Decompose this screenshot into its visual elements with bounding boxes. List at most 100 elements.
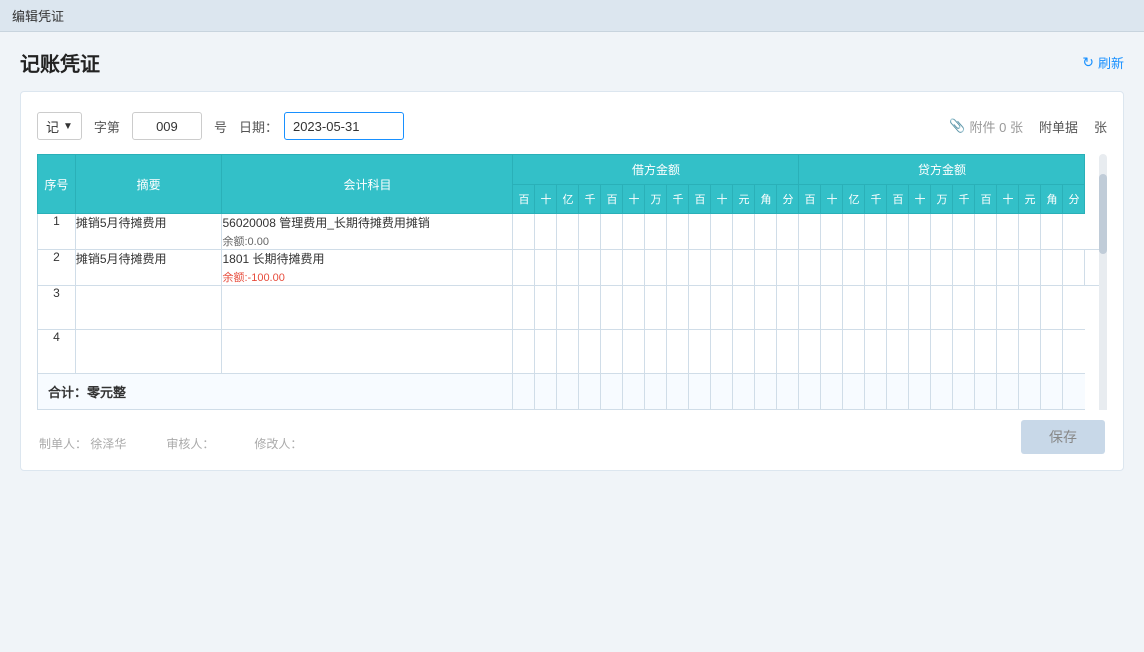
credit-digit-shi1: 十 (821, 185, 843, 214)
type-select-button[interactable]: 记 ▼ (37, 112, 82, 140)
page-header: 记账凭证 ↻ 刷新 (20, 48, 1124, 77)
debit-d6[interactable] (623, 214, 645, 250)
credit-digit-wan: 万 (931, 185, 953, 214)
credit-digit-yuan: 元 (1019, 185, 1041, 214)
credit-d1[interactable] (799, 214, 821, 250)
credit-d6[interactable] (909, 214, 931, 250)
credit-digit-yi: 亿 (843, 185, 865, 214)
debit-digit-bai3: 百 (689, 185, 711, 214)
debit-digit-qian1: 千 (579, 185, 601, 214)
debit-d4[interactable] (579, 214, 601, 250)
debit-d8[interactable] (667, 214, 689, 250)
seq-cell: 1 (38, 214, 76, 250)
seq-cell: 2 (38, 250, 76, 286)
credit-d2[interactable] (821, 214, 843, 250)
debit-d10[interactable] (711, 214, 733, 250)
debit-d3[interactable] (557, 214, 579, 250)
seq-cell: 3 (38, 286, 76, 330)
credit-d12[interactable] (1041, 214, 1063, 250)
credit-d8[interactable] (953, 214, 975, 250)
table-row: 1 摊销5月待摊费用 56020008 管理费用_长期待摊费用摊销 余额:0.0… (38, 214, 1108, 250)
main-header-row: 序号 摘要 会计科目 借方金额 贷方金额 (38, 155, 1108, 185)
debit-d11[interactable] (733, 214, 755, 250)
reviewer-label-text: 审核人： (166, 437, 214, 451)
save-button[interactable]: 保存 (1021, 420, 1105, 454)
refresh-icon: ↻ (1082, 54, 1094, 71)
modifier-label: 修改人： (254, 435, 302, 452)
voucher-table: 序号 摘要 会计科目 借方金额 贷方金额 百 十 亿 千 百 (37, 154, 1107, 410)
debit-d5[interactable] (601, 214, 623, 250)
refresh-button[interactable]: ↻ 刷新 (1082, 53, 1124, 72)
attachment-label: 附件 0 张 (970, 117, 1023, 136)
credit-digit-qian1: 千 (865, 185, 887, 214)
table-wrapper: 序号 摘要 会计科目 借方金额 贷方金额 百 十 亿 千 百 (37, 154, 1107, 410)
form-row: 记 ▼ 字第 号 日期： (37, 112, 1107, 140)
debit-digit-yuan: 元 (733, 185, 755, 214)
credit-d13[interactable] (1063, 214, 1085, 250)
credit-digit-qian2: 千 (953, 185, 975, 214)
main-window: 编辑凭证 记账凭证 ↻ 刷新 记 ▼ 字第 (0, 0, 1144, 652)
debit-digit-qian2: 千 (667, 185, 689, 214)
footer-area: 制单人： 徐泽华 审核人： 修改人： 保存 (37, 420, 1107, 454)
zhang-label: 张 (1094, 117, 1107, 136)
debit-digit-yi: 亿 (557, 185, 579, 214)
total-label: 合计：零元整 (38, 374, 513, 410)
credit-digit-fen: 分 (1063, 185, 1085, 214)
right-actions: 📎 附件 0 张 附单据 张 (949, 117, 1107, 136)
reviewer-label: 审核人： (166, 435, 214, 452)
hao-item: 号 (214, 117, 227, 136)
number-input[interactable] (132, 112, 202, 140)
date-item: 日期： (239, 112, 404, 140)
credit-digit-jiao: 角 (1041, 185, 1063, 214)
credit-d3[interactable] (843, 214, 865, 250)
summary-cell[interactable] (75, 330, 222, 374)
debit-digit-shi1: 十 (535, 185, 557, 214)
date-input[interactable] (284, 112, 404, 140)
total-row: 合计：零元整 (38, 374, 1108, 410)
attachment-icon: 📎 (949, 118, 965, 134)
summary-cell[interactable]: 摊销5月待摊费用 (75, 250, 222, 286)
balance-negative-text: 余额:-100.00 (222, 269, 512, 285)
debit-digit-fen: 分 (777, 185, 799, 214)
credit-d4[interactable] (865, 214, 887, 250)
debit-header: 借方金额 (513, 155, 799, 185)
credit-digit-bai2: 百 (887, 185, 909, 214)
scrollbar-thumb[interactable] (1099, 174, 1107, 254)
type-item: 记 ▼ (37, 112, 82, 140)
account-cell[interactable] (222, 286, 513, 330)
scrollbar-track[interactable] (1099, 154, 1107, 410)
debit-d7[interactable] (645, 214, 667, 250)
debit-digit-shi2: 十 (623, 185, 645, 214)
debit-d1[interactable] (513, 214, 535, 250)
footer-info: 制单人： 徐泽华 审核人： 修改人： (39, 435, 302, 452)
debit-d9[interactable] (689, 214, 711, 250)
summary-cell[interactable] (75, 286, 222, 330)
attachment-doc[interactable]: 附单据 (1039, 117, 1078, 136)
account-text: 1801 长期待摊费用 (222, 250, 512, 267)
table-row: 4 (38, 330, 1108, 374)
account-cell[interactable]: 1801 长期待摊费用 余额:-100.00 (222, 250, 513, 286)
summary-cell[interactable]: 摊销5月待摊费用 (75, 214, 222, 250)
chevron-down-icon: ▼ (63, 121, 73, 132)
page-title: 记账凭证 (20, 48, 100, 77)
content-area: 记账凭证 ↻ 刷新 记 ▼ 字第 (0, 32, 1144, 652)
debit-d2[interactable] (535, 214, 557, 250)
refresh-label: 刷新 (1098, 53, 1124, 72)
seq-cell: 4 (38, 330, 76, 374)
credit-d5[interactable] (887, 214, 909, 250)
credit-d9[interactable] (975, 214, 997, 250)
attachment-link[interactable]: 📎 附件 0 张 (949, 117, 1023, 136)
summary-text: 摊销5月待摊费用 (76, 250, 222, 267)
debit-d12[interactable] (755, 214, 777, 250)
title-bar: 编辑凭证 (0, 0, 1144, 32)
zi-label: 字第 (94, 117, 120, 136)
account-header: 会计科目 (222, 155, 513, 214)
summary-header: 摘要 (75, 155, 222, 214)
account-cell[interactable] (222, 330, 513, 374)
debit-digit-shi3: 十 (711, 185, 733, 214)
credit-d7[interactable] (931, 214, 953, 250)
credit-d10[interactable] (997, 214, 1019, 250)
account-cell[interactable]: 56020008 管理费用_长期待摊费用摊销 余额:0.00 (222, 214, 513, 250)
credit-d11[interactable] (1019, 214, 1041, 250)
debit-d13[interactable] (777, 214, 799, 250)
